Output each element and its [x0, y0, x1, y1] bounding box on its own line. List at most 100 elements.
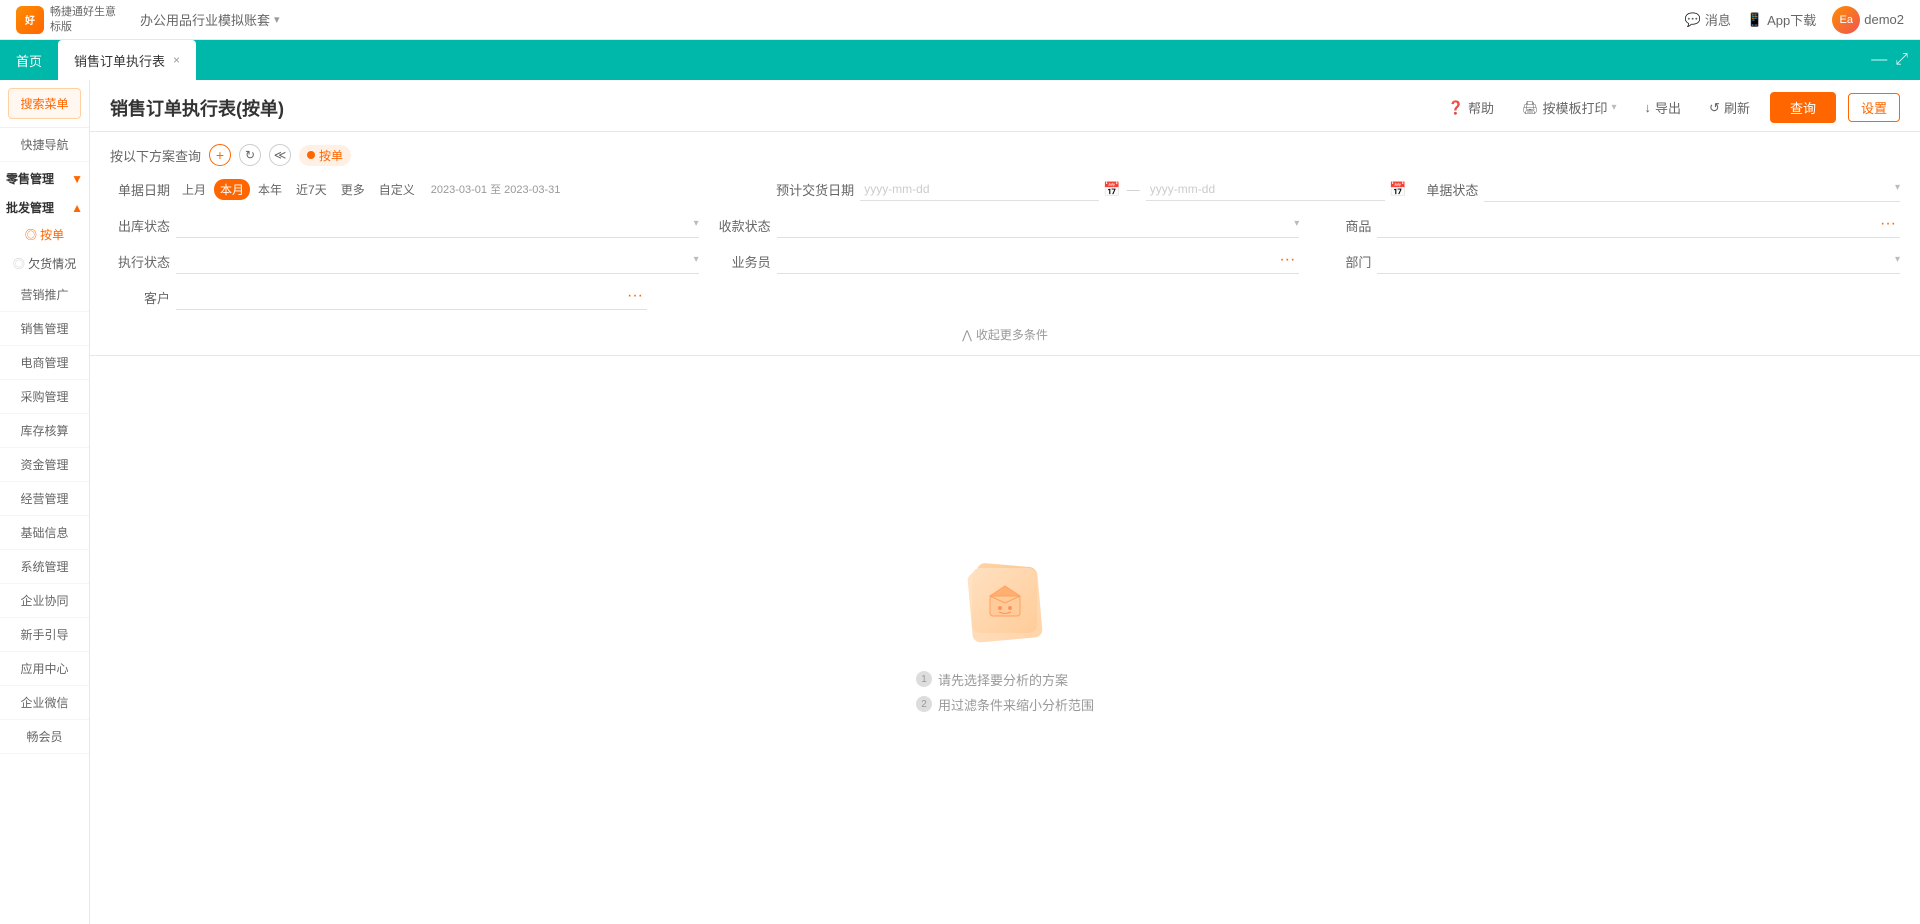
department-input[interactable] — [1377, 248, 1895, 271]
sidebar-item-sales-mgmt[interactable]: 销售管理 — [0, 312, 89, 346]
empty-tip-num-2: 2 — [916, 696, 932, 712]
sidebar-item-app-center[interactable]: 应用中心 — [0, 652, 89, 686]
sidebar-item-basic-info[interactable]: 基础信息 — [0, 516, 89, 550]
tab-home[interactable]: 首页 — [0, 40, 58, 80]
app-download-button[interactable]: 📱 App下载 — [1747, 10, 1816, 29]
wholesale-expand-icon: ▲ — [71, 201, 83, 215]
date-this-year-button[interactable]: 本年 — [252, 179, 288, 200]
product-input[interactable] — [1377, 212, 1876, 235]
date-dash: — — [1127, 182, 1140, 197]
filter-date: 单据日期 上月 本月 本年 近7天 更多 自定义 2023-03-01 至 20… — [110, 179, 752, 200]
sidebar-item-wholesale[interactable]: 批发管理 ▲ — [0, 191, 89, 220]
empty-icon — [955, 560, 1055, 650]
sidebar-sub-item-shortage[interactable]: ◎ 欠货情况 — [0, 249, 89, 278]
user-menu[interactable]: Ea demo2 — [1832, 6, 1904, 34]
page-actions: ❓ 帮助 🖨 按模板打印 ▾ ↓ 导出 ↺ 刷新 查询 设置 — [1440, 92, 1900, 123]
delivery-status-input[interactable] — [176, 212, 694, 235]
collapse-button[interactable]: ⋀ 收起更多条件 — [962, 326, 1048, 343]
collection-status-select[interactable]: ▾ — [777, 212, 1300, 238]
collection-status-input[interactable] — [777, 212, 1295, 235]
date-7days-button[interactable]: 近7天 — [290, 179, 333, 200]
delivery-status-select[interactable]: ▾ — [176, 212, 699, 238]
date-custom-button[interactable]: 自定义 — [373, 179, 421, 200]
order-status-dropdown-icon: ▾ — [1895, 182, 1900, 193]
sidebar-item-operations[interactable]: 经营管理 — [0, 482, 89, 516]
filter-salesman: 业务员 ··· — [711, 248, 1300, 274]
customer-label: 客户 — [110, 288, 170, 307]
sidebar-item-inventory[interactable]: 库存核算 — [0, 414, 89, 448]
sidebar-item-ecommerce[interactable]: 电商管理 — [0, 346, 89, 380]
sidebar-item-finance[interactable]: 资金管理 — [0, 448, 89, 482]
scheme-dot — [307, 151, 315, 159]
expected-delivery-from-input[interactable] — [860, 178, 1099, 201]
product-more-icon[interactable]: ··· — [1876, 215, 1900, 233]
collapse-icon: ⋀ — [962, 328, 972, 342]
salesman-more-icon[interactable]: ··· — [1275, 251, 1299, 269]
date-prev-month-button[interactable]: 上月 — [176, 179, 212, 200]
tab-minimize-icon[interactable]: — — [1871, 51, 1887, 69]
tab-maximize-icon[interactable]: ⤢ — [1895, 51, 1908, 69]
customer-select[interactable]: ··· — [176, 284, 647, 310]
customer-more-icon[interactable]: ··· — [623, 287, 647, 305]
order-status-label: 单据状态 — [1418, 180, 1478, 199]
breadcrumb-arrow-icon: ▾ — [274, 13, 280, 26]
sidebar-item-system[interactable]: 系统管理 — [0, 550, 89, 584]
tab-sales-order[interactable]: 销售订单执行表 × — [58, 40, 196, 80]
collapse-row: ⋀ 收起更多条件 — [110, 320, 1900, 343]
department-dropdown-icon: ▾ — [1895, 254, 1900, 265]
scheme-refresh-button[interactable]: ↻ — [239, 144, 261, 166]
refresh-button[interactable]: ↺ 刷新 — [1701, 94, 1758, 121]
settings-button[interactable]: 设置 — [1848, 93, 1900, 122]
empty-tip-1: 1 请先选择要分析的方案 — [916, 670, 1094, 689]
order-status-select[interactable]: ▾ — [1484, 176, 1900, 202]
active-scheme-badge[interactable]: 按单 — [299, 145, 351, 166]
execution-status-select[interactable]: ▾ — [176, 248, 699, 274]
salesman-select[interactable]: ··· — [777, 248, 1300, 274]
customer-input[interactable] — [176, 284, 623, 307]
message-button[interactable]: 💬 消息 — [1685, 10, 1731, 29]
filter-customer: 客户 ··· — [110, 284, 647, 310]
date-more-button[interactable]: 更多 — [335, 179, 371, 200]
filter-row-2: 出库状态 ▾ 收款状态 ▾ 商品 — [110, 212, 1900, 238]
sidebar-item-quick-nav[interactable]: 快捷导航 — [0, 128, 89, 162]
sidebar-item-retail[interactable]: 零售管理 ▼ — [0, 162, 89, 191]
tab-bar-right: — ⤢ — [1871, 51, 1920, 69]
breadcrumb[interactable]: 办公用品行业模拟账套 ▾ — [140, 10, 280, 29]
sidebar-item-marketing[interactable]: 营销推广 — [0, 278, 89, 312]
app-download-icon: 📱 — [1747, 12, 1763, 28]
expected-delivery-label: 预计交货日期 — [764, 180, 854, 199]
help-button[interactable]: ❓ 帮助 — [1440, 94, 1502, 121]
sidebar-item-member[interactable]: 畅会员 — [0, 720, 89, 754]
sidebar-item-wechat[interactable]: 企业微信 — [0, 686, 89, 720]
empty-box-svg — [985, 581, 1025, 621]
sidebar-item-enterprise[interactable]: 企业协同 — [0, 584, 89, 618]
filter-scheme-row: 按以下方案查询 + ↻ ≪ 按单 — [110, 144, 1900, 166]
export-button[interactable]: ↓ 导出 — [1637, 94, 1690, 121]
filter-panel: 按以下方案查询 + ↻ ≪ 按单 单据日期 上月 本月 本年 — [90, 132, 1920, 356]
search-menu-button[interactable]: 搜索菜单 — [8, 88, 81, 119]
sidebar-item-newbie[interactable]: 新手引导 — [0, 618, 89, 652]
sidebar-item-purchase[interactable]: 采购管理 — [0, 380, 89, 414]
avatar: Ea — [1832, 6, 1860, 34]
filter-row-1: 单据日期 上月 本月 本年 近7天 更多 自定义 2023-03-01 至 20… — [110, 176, 1900, 202]
scheme-collapse-button[interactable]: ≪ — [269, 144, 291, 166]
order-status-input[interactable] — [1484, 176, 1895, 199]
logo-icon: 好 — [16, 6, 44, 34]
execution-status-input[interactable] — [176, 248, 694, 271]
print-button[interactable]: 🖨 按模板打印 ▾ — [1514, 94, 1625, 121]
page-title: 销售订单执行表(按单) — [110, 95, 284, 121]
date-this-month-button[interactable]: 本月 — [214, 179, 250, 200]
sidebar-sub-item-by-order[interactable]: ◎ 按单 — [0, 220, 89, 249]
expected-delivery-to-input[interactable] — [1146, 178, 1385, 201]
tab-close-icon[interactable]: × — [173, 53, 180, 67]
export-icon: ↓ — [1645, 100, 1652, 115]
logo-area: 好 畅捷通好生意 标版 — [16, 5, 116, 34]
print-dropdown-icon: ▾ — [1612, 102, 1617, 113]
query-button[interactable]: 查询 — [1770, 92, 1836, 123]
scheme-add-button[interactable]: + — [209, 144, 231, 166]
product-select[interactable]: ··· — [1377, 212, 1900, 238]
salesman-input[interactable] — [777, 248, 1276, 271]
collection-status-dropdown-icon: ▾ — [1294, 218, 1299, 229]
sidebar: 搜索菜单 快捷导航 零售管理 ▼ 批发管理 ▲ ◎ 按单 ◎ 欠货情况 营销推广… — [0, 80, 90, 924]
department-select[interactable]: ▾ — [1377, 248, 1900, 274]
